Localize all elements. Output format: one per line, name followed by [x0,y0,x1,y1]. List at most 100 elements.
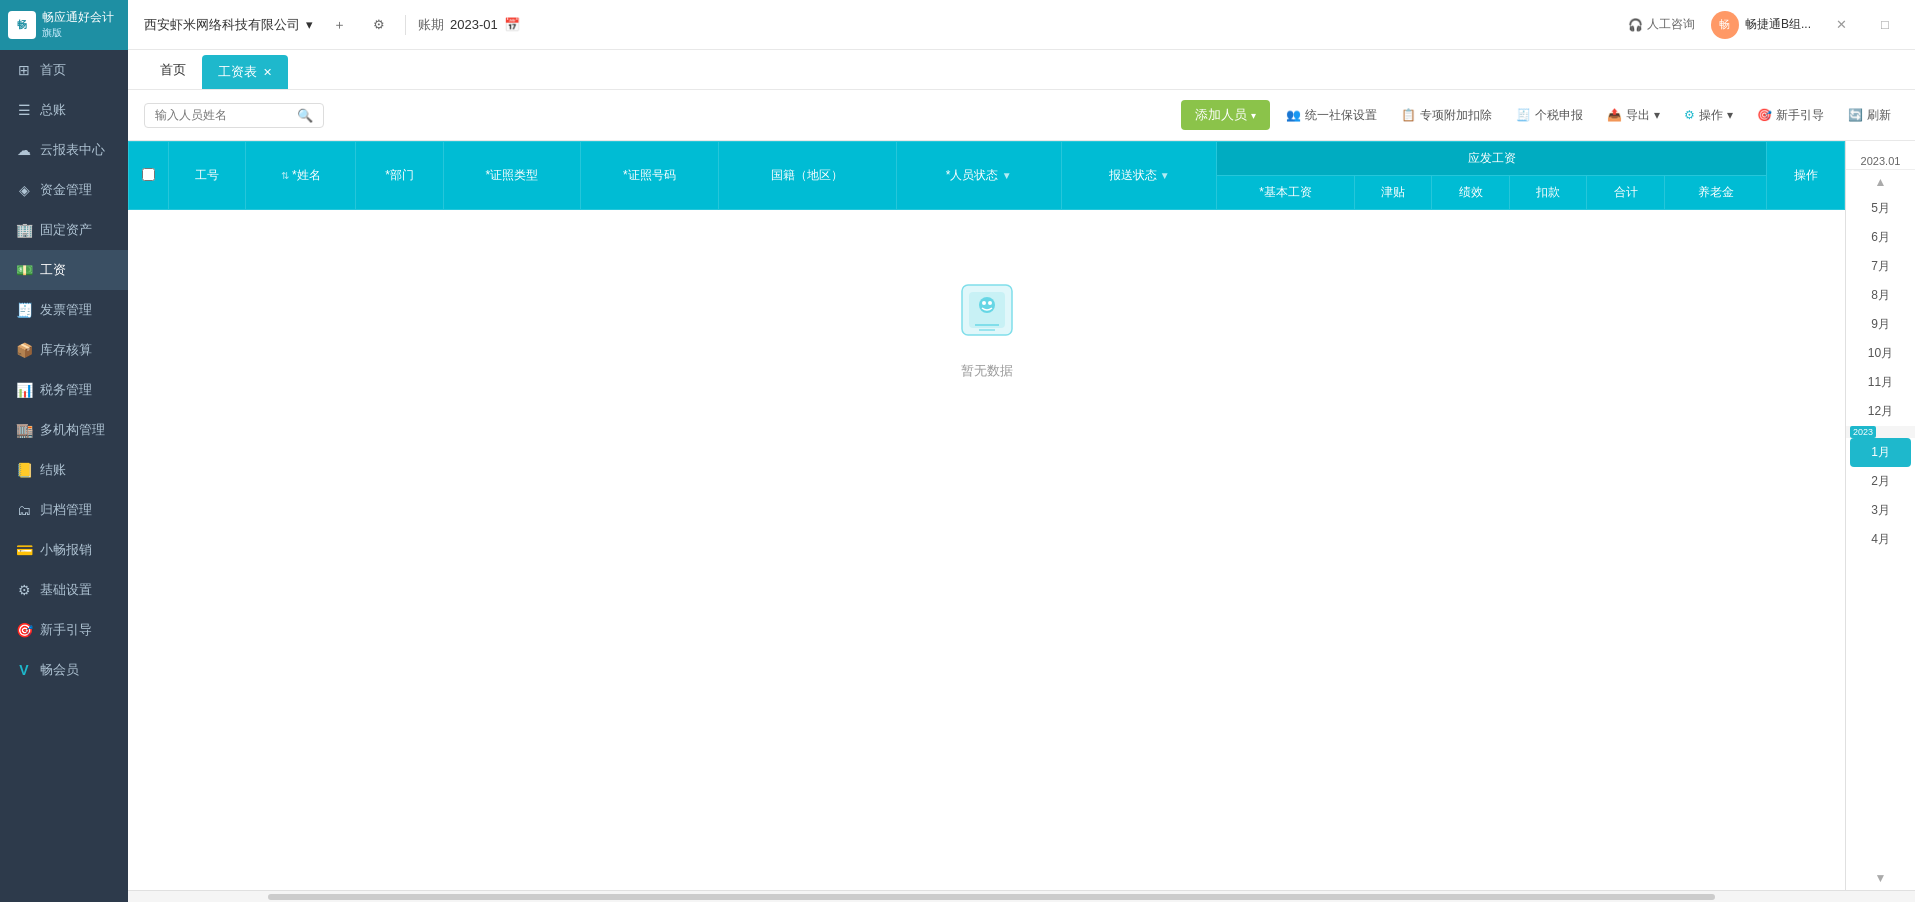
user-info[interactable]: 畅 畅捷通B组... [1711,11,1811,39]
month-item-12[interactable]: 12月 [1846,397,1915,426]
sidebar-item-home-label: 首页 [40,61,66,79]
col-id-num: *证照号码 [581,142,719,210]
company-name: 西安虾米网络科技有限公司 [144,16,300,34]
content-area: 🔍 添加人员 ▾ 👥 统一社保设置 📋 专项附加扣除 🧾 个税申报 [128,90,1915,902]
refresh-button[interactable]: 🔄 刷新 [1840,103,1899,128]
col-group-salary: 应发工资 [1217,142,1767,176]
month-item-10[interactable]: 10月 [1846,339,1915,368]
sidebar-item-archive-label: 归档管理 [40,501,92,519]
close-window-button[interactable]: ✕ [1827,11,1855,39]
status-filter-icon[interactable]: ▼ [1002,170,1012,181]
month-item-7[interactable]: 7月 [1846,252,1915,281]
sidebar-item-invoice[interactable]: 🧾 发票管理 [0,290,128,330]
sidebar-item-inventory[interactable]: 📦 库存核算 [0,330,128,370]
horizontal-scrollbar[interactable] [268,894,1715,900]
date-nav-up-button[interactable]: ▲ [1869,170,1893,194]
sidebar: 畅 畅应通好会计 旗版 ⊞ 首页 ☰ 总账 ☁ 云报表中心 ◈ 资金管理 🏢 固… [0,0,128,902]
sidebar-item-cloud-report-label: 云报表中心 [40,141,105,159]
month-list: 5月 6月 7月 8月 9月 10月 11月 12月 2023 1月 2月 3月… [1846,194,1915,866]
sidebar-item-settings-label: 基础设置 [40,581,92,599]
month-item-2[interactable]: 2月 [1846,467,1915,496]
sidebar-item-new-guide[interactable]: 🎯 新手引导 [0,610,128,650]
inventory-icon: 📦 [16,342,32,358]
new-guide-button[interactable]: 🎯 新手引导 [1749,103,1832,128]
tax-icon: 📊 [16,382,32,398]
export-label: 导出 [1626,107,1650,124]
sidebar-item-close-accounts[interactable]: 📒 结账 [0,450,128,490]
sidebar-item-settings[interactable]: ⚙ 基础设置 [0,570,128,610]
add-person-button[interactable]: 添加人员 ▾ [1181,100,1270,130]
col-id-type: *证照类型 [443,142,581,210]
salary-icon: 💵 [16,262,32,278]
month-item-3[interactable]: 3月 [1846,496,1915,525]
month-item-9[interactable]: 9月 [1846,310,1915,339]
sidebar-item-ledger[interactable]: ☰ 总账 [0,90,128,130]
sidebar-item-new-guide-label: 新手引导 [40,621,92,639]
sidebar-item-expense[interactable]: 💳 小畅报销 [0,530,128,570]
col-num: 工号 [169,142,246,210]
sidebar-item-archive[interactable]: 🗂 归档管理 [0,490,128,530]
month-item-8[interactable]: 8月 [1846,281,1915,310]
search-input[interactable] [155,108,291,122]
company-settings-button[interactable]: ⚙ [365,11,393,39]
sidebar-item-multi-org[interactable]: 🏬 多机构管理 [0,410,128,450]
new-guide-label: 新手引导 [1776,107,1824,124]
new-guide-icon: 🎯 [16,622,32,638]
sidebar-item-fixed-assets-label: 固定资产 [40,221,92,239]
tab-close-icon[interactable]: ✕ [263,66,272,79]
add-person-label: 添加人员 [1195,106,1247,124]
individual-tax-button[interactable]: 🧾 个税申报 [1508,103,1591,128]
export-button[interactable]: 📤 导出 ▾ [1599,103,1668,128]
col-base-salary: *基本工资 [1217,176,1355,210]
empty-icon [947,270,1027,350]
sidebar-item-tax[interactable]: 📊 税务管理 [0,370,128,410]
month-item-1-active[interactable]: 1月 [1850,438,1911,467]
date-nav-down-button[interactable]: ▼ [1869,866,1893,890]
col-checkbox[interactable] [129,142,169,210]
sidebar-nav: ⊞ 首页 ☰ 总账 ☁ 云报表中心 ◈ 资金管理 🏢 固定资产 💵 工资 🧾 发… [0,50,128,902]
month-item-11[interactable]: 11月 [1846,368,1915,397]
toolbar-right: 添加人员 ▾ 👥 统一社保设置 📋 专项附加扣除 🧾 个税申报 📤 [1181,100,1899,130]
sidebar-item-fund[interactable]: ◈ 资金管理 [0,170,128,210]
sidebar-item-fixed-assets[interactable]: 🏢 固定资产 [0,210,128,250]
col-pension: 养老金 [1664,176,1767,210]
social-insurance-label: 统一社保设置 [1305,107,1377,124]
close-accounts-icon: 📒 [16,462,32,478]
period-label: 账期 [418,16,444,34]
operations-label: 操作 [1699,107,1723,124]
sidebar-item-vip[interactable]: V 畅会员 [0,650,128,690]
sort-icon: ⇅ [281,170,292,181]
fixed-assets-icon: 🏢 [16,222,32,238]
vip-icon: V [16,662,32,678]
sidebar-item-cloud-report[interactable]: ☁ 云报表中心 [0,130,128,170]
report-status-filter-icon[interactable]: ▼ [1160,170,1170,181]
home-icon: ⊞ [16,62,32,78]
add-person-arrow-icon: ▾ [1251,110,1256,121]
social-insurance-button[interactable]: 👥 统一社保设置 [1278,103,1385,128]
support-button[interactable]: 🎧 人工咨询 [1628,16,1695,33]
tab-salary[interactable]: 工资表 ✕ [202,55,288,89]
special-deduction-button[interactable]: 📋 专项附加扣除 [1393,103,1500,128]
header-divider [405,15,406,35]
special-deduction-label: 专项附加扣除 [1420,107,1492,124]
tab-salary-label: 工资表 [218,63,257,81]
empty-text: 暂无数据 [961,362,1013,380]
col-performance: 绩效 [1432,176,1509,210]
month-item-6[interactable]: 6月 [1846,223,1915,252]
maximize-window-button[interactable]: □ [1871,11,1899,39]
date-panel: 2023.01 ▲ 5月 6月 7月 8月 9月 10月 11月 12月 202… [1845,141,1915,890]
add-company-button[interactable]: ＋ [325,11,353,39]
multi-org-icon: 🏬 [16,422,32,438]
company-selector[interactable]: 西安虾米网络科技有限公司 ▾ [144,16,313,34]
month-item-4[interactable]: 4月 [1846,525,1915,554]
sidebar-item-salary[interactable]: 💵 工资 [0,250,128,290]
sidebar-item-home[interactable]: ⊞ 首页 [0,50,128,90]
col-report-status: 报送状态 ▼ [1061,142,1216,210]
tab-home[interactable]: 首页 [144,53,202,89]
select-all-checkbox[interactable] [142,168,155,181]
sidebar-item-close-accounts-label: 结账 [40,461,66,479]
search-box[interactable]: 🔍 [144,103,324,128]
month-item-5[interactable]: 5月 [1846,194,1915,223]
calendar-icon[interactable]: 📅 [504,17,520,32]
operations-button[interactable]: ⚙ 操作 ▾ [1676,103,1741,128]
